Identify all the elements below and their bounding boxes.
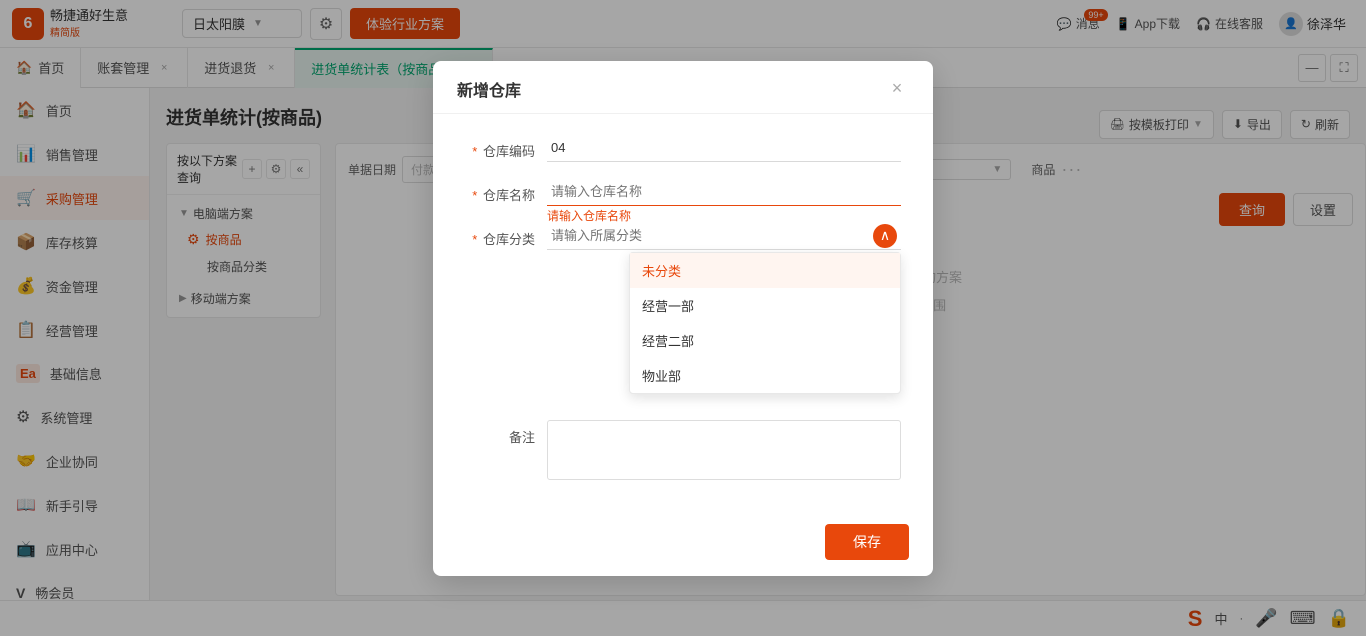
form-row-code: * 仓库编码	[465, 134, 901, 162]
form-row-category: * 仓库分类 ∧ 未分类 经营一部	[465, 222, 901, 250]
category-select-input[interactable]	[547, 222, 901, 250]
modal-body: * 仓库编码 * 仓库名称 请输入仓库名称 * 仓库分类	[433, 114, 933, 512]
save-button[interactable]: 保存	[825, 524, 909, 560]
modal-close-button[interactable]: ×	[885, 77, 909, 101]
modal-title: 新增仓库	[457, 77, 521, 101]
dropdown-item-property[interactable]: 物业部	[630, 358, 900, 393]
modal-overlay: 新增仓库 × * 仓库编码 * 仓库名称 请输入仓库名称	[0, 0, 1366, 636]
form-row-note: 备注	[465, 420, 901, 480]
category-dropdown: 未分类 经营一部 经营二部 物业部	[629, 252, 901, 394]
form-row-name: * 仓库名称 请输入仓库名称	[465, 178, 901, 206]
dropdown-item-uncategorized[interactable]: 未分类	[630, 253, 900, 288]
note-textarea[interactable]	[547, 420, 901, 480]
category-toggle-button[interactable]: ∧	[873, 224, 897, 248]
dropdown-item-ops2[interactable]: 经营二部	[630, 323, 900, 358]
note-label: 备注	[465, 420, 535, 446]
dropdown-item-ops1[interactable]: 经营一部	[630, 288, 900, 323]
warehouse-code-input[interactable]	[547, 134, 901, 162]
name-label: * 仓库名称	[465, 178, 535, 204]
chevron-up-icon: ∧	[880, 227, 890, 244]
modal-footer: 保存	[433, 512, 933, 576]
new-warehouse-modal: 新增仓库 × * 仓库编码 * 仓库名称 请输入仓库名称	[433, 61, 933, 576]
category-select-wrap: ∧ 未分类 经营一部 经营二部 物业部	[547, 222, 901, 250]
category-label: * 仓库分类	[465, 222, 535, 248]
code-label: * 仓库编码	[465, 134, 535, 160]
modal-header: 新增仓库 ×	[433, 61, 933, 114]
warehouse-name-input[interactable]	[547, 178, 901, 206]
